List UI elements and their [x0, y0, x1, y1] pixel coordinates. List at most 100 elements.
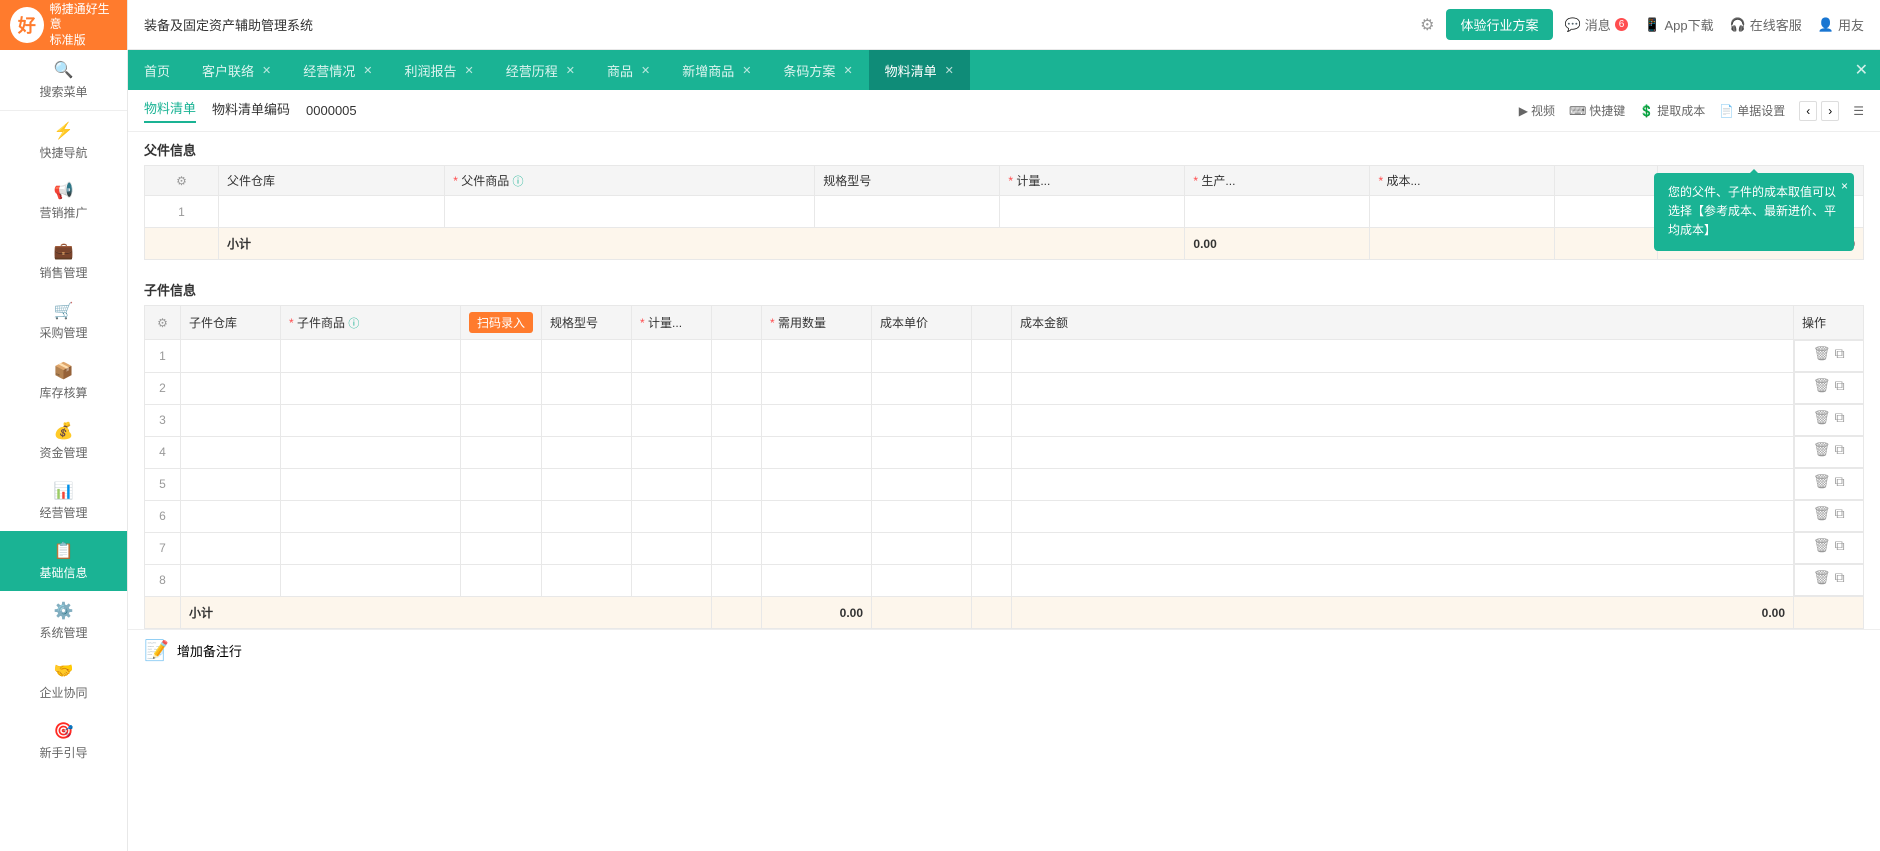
parent-row-1-spec[interactable] — [815, 196, 1000, 228]
child-row-7-warehouse[interactable] — [181, 532, 281, 564]
child-row-5-spec[interactable] — [542, 468, 632, 500]
add-note-label[interactable]: 增加备注行 — [177, 641, 242, 660]
child-row-3-price[interactable] — [872, 404, 972, 436]
sub-tab-bom-list[interactable]: 物料清单 — [144, 98, 196, 123]
delete-icon-row3[interactable]: 🗑 — [1813, 409, 1831, 431]
tab-history[interactable]: 经营历程 ✕ — [490, 50, 591, 90]
topbar-gear-icon[interactable]: ⚙ — [1420, 15, 1434, 35]
add-note-icon[interactable]: 📝 — [144, 638, 169, 663]
child-row-4-qty[interactable] — [762, 436, 872, 468]
child-row-3-spec[interactable] — [542, 404, 632, 436]
child-row-8-qty[interactable] — [762, 564, 872, 597]
child-row-2-price[interactable] — [872, 372, 972, 404]
child-row-2-spec[interactable] — [542, 372, 632, 404]
child-row-7-unit[interactable] — [632, 532, 712, 564]
child-row-4-spec[interactable] — [542, 436, 632, 468]
child-row-8-spec[interactable] — [542, 564, 632, 597]
sidebar-item-basic-info[interactable]: 📋 基础信息 — [0, 531, 127, 591]
child-row-6-warehouse[interactable] — [181, 500, 281, 532]
tab-bom-close[interactable]: ✕ — [945, 64, 954, 77]
copy-icon-row6[interactable]: ⧉ — [1835, 505, 1845, 527]
sidebar-item-marketing[interactable]: 📢 营销推广 — [0, 171, 127, 231]
child-row-3-unit[interactable] — [632, 404, 712, 436]
tab-history-close[interactable]: ✕ — [566, 64, 575, 77]
child-row-5-warehouse[interactable] — [181, 468, 281, 500]
doc-settings-btn[interactable]: 📄 单据设置 — [1719, 102, 1785, 119]
delete-icon-row4[interactable]: 🗑 — [1813, 441, 1831, 463]
child-row-5-price[interactable] — [872, 468, 972, 500]
tab-new-product-close[interactable]: ✕ — [742, 64, 751, 77]
child-row-3-qty[interactable] — [762, 404, 872, 436]
child-row-1-spec[interactable] — [542, 340, 632, 373]
parent-row-1-unit[interactable] — [1000, 196, 1185, 228]
copy-icon-row2[interactable]: ⧉ — [1835, 377, 1845, 399]
child-row-3-product[interactable] — [281, 404, 461, 436]
tab-operation-status-close[interactable]: ✕ — [363, 64, 372, 77]
copy-icon-row7[interactable]: ⧉ — [1835, 537, 1845, 559]
list-view-btn[interactable]: ☰ — [1853, 104, 1864, 118]
child-row-8-warehouse[interactable] — [181, 564, 281, 597]
copy-icon-row5[interactable]: ⧉ — [1835, 473, 1845, 495]
online-service-btn[interactable]: 🎧 在线客服 — [1730, 15, 1802, 34]
child-row-7-price[interactable] — [872, 532, 972, 564]
child-row-2-qty[interactable] — [762, 372, 872, 404]
delete-icon-row2[interactable]: 🗑 — [1813, 377, 1831, 399]
child-row-5-qty[interactable] — [762, 468, 872, 500]
child-row-2-warehouse[interactable] — [181, 372, 281, 404]
tab-barcode-close[interactable]: ✕ — [843, 64, 852, 77]
child-row-6-price[interactable] — [872, 500, 972, 532]
child-row-1-warehouse[interactable] — [181, 340, 281, 373]
copy-icon-row3[interactable]: ⧉ — [1835, 409, 1845, 431]
child-row-1-product[interactable] — [281, 340, 461, 373]
prev-btn[interactable]: ‹ — [1799, 101, 1817, 121]
sidebar-item-finance[interactable]: 💰 资金管理 — [0, 411, 127, 471]
tab-barcode[interactable]: 条码方案 ✕ — [767, 50, 868, 90]
child-row-2-unit[interactable] — [632, 372, 712, 404]
child-row-8-unit[interactable] — [632, 564, 712, 597]
tab-customer-close[interactable]: ✕ — [262, 64, 271, 77]
child-row-8-product[interactable] — [281, 564, 461, 597]
child-row-1-unit[interactable] — [632, 340, 712, 373]
scan-input-btn[interactable]: 扫码录入 — [469, 312, 533, 333]
sidebar-item-purchase[interactable]: 🛒 采购管理 — [0, 291, 127, 351]
child-row-1-qty[interactable] — [762, 340, 872, 373]
sidebar-item-quick-nav[interactable]: ⚡ 快捷导航 — [0, 111, 127, 171]
nav-close-all-btn[interactable]: ✕ — [1843, 60, 1880, 80]
next-btn[interactable]: › — [1821, 101, 1839, 121]
child-row-8-price[interactable] — [872, 564, 972, 597]
tab-profit[interactable]: 利润报告 ✕ — [388, 50, 489, 90]
sidebar-item-system[interactable]: ⚙️ 系统管理 — [0, 591, 127, 651]
copy-icon-row1[interactable]: ⧉ — [1835, 345, 1845, 367]
child-row-7-qty[interactable] — [762, 532, 872, 564]
sidebar-item-search[interactable]: 🔍 搜索菜单 — [0, 50, 127, 111]
child-row-5-product[interactable] — [281, 468, 461, 500]
parent-row-1-product[interactable] — [445, 196, 815, 228]
delete-icon-row5[interactable]: 🗑 — [1813, 473, 1831, 495]
child-row-6-qty[interactable] — [762, 500, 872, 532]
extract-cost-btn[interactable]: 💲 提取成本 — [1639, 102, 1705, 119]
tab-new-product[interactable]: 新增商品 ✕ — [666, 50, 767, 90]
copy-icon-row4[interactable]: ⧉ — [1835, 441, 1845, 463]
parent-row-1-warehouse[interactable] — [219, 196, 445, 228]
experience-btn[interactable]: 体验行业方案 — [1446, 9, 1552, 40]
child-row-4-price[interactable] — [872, 436, 972, 468]
child-row-5-unit[interactable] — [632, 468, 712, 500]
child-row-7-spec[interactable] — [542, 532, 632, 564]
delete-icon-row7[interactable]: 🗑 — [1813, 537, 1831, 559]
child-row-4-unit[interactable] — [632, 436, 712, 468]
tab-bom[interactable]: 物料清单 ✕ — [869, 50, 970, 90]
user-btn[interactable]: 👤 用友 — [1818, 15, 1864, 34]
parent-row-1-production[interactable] — [1185, 196, 1370, 228]
child-row-4-product[interactable] — [281, 436, 461, 468]
shortcut-btn[interactable]: ⌨ 快捷键 — [1569, 102, 1625, 119]
tab-home[interactable]: 首页 — [128, 50, 186, 90]
sidebar-item-enterprise[interactable]: 🤝 企业协同 — [0, 651, 127, 711]
video-btn[interactable]: ▶ 视频 — [1519, 102, 1555, 119]
copy-icon-row8[interactable]: ⧉ — [1835, 569, 1845, 591]
child-row-6-product[interactable] — [281, 500, 461, 532]
sidebar-item-sales[interactable]: 💼 销售管理 — [0, 231, 127, 291]
child-row-2-product[interactable] — [281, 372, 461, 404]
app-download-btn[interactable]: 📱 App下载 — [1644, 15, 1713, 34]
tab-product[interactable]: 商品 ✕ — [591, 50, 666, 90]
child-row-4-warehouse[interactable] — [181, 436, 281, 468]
